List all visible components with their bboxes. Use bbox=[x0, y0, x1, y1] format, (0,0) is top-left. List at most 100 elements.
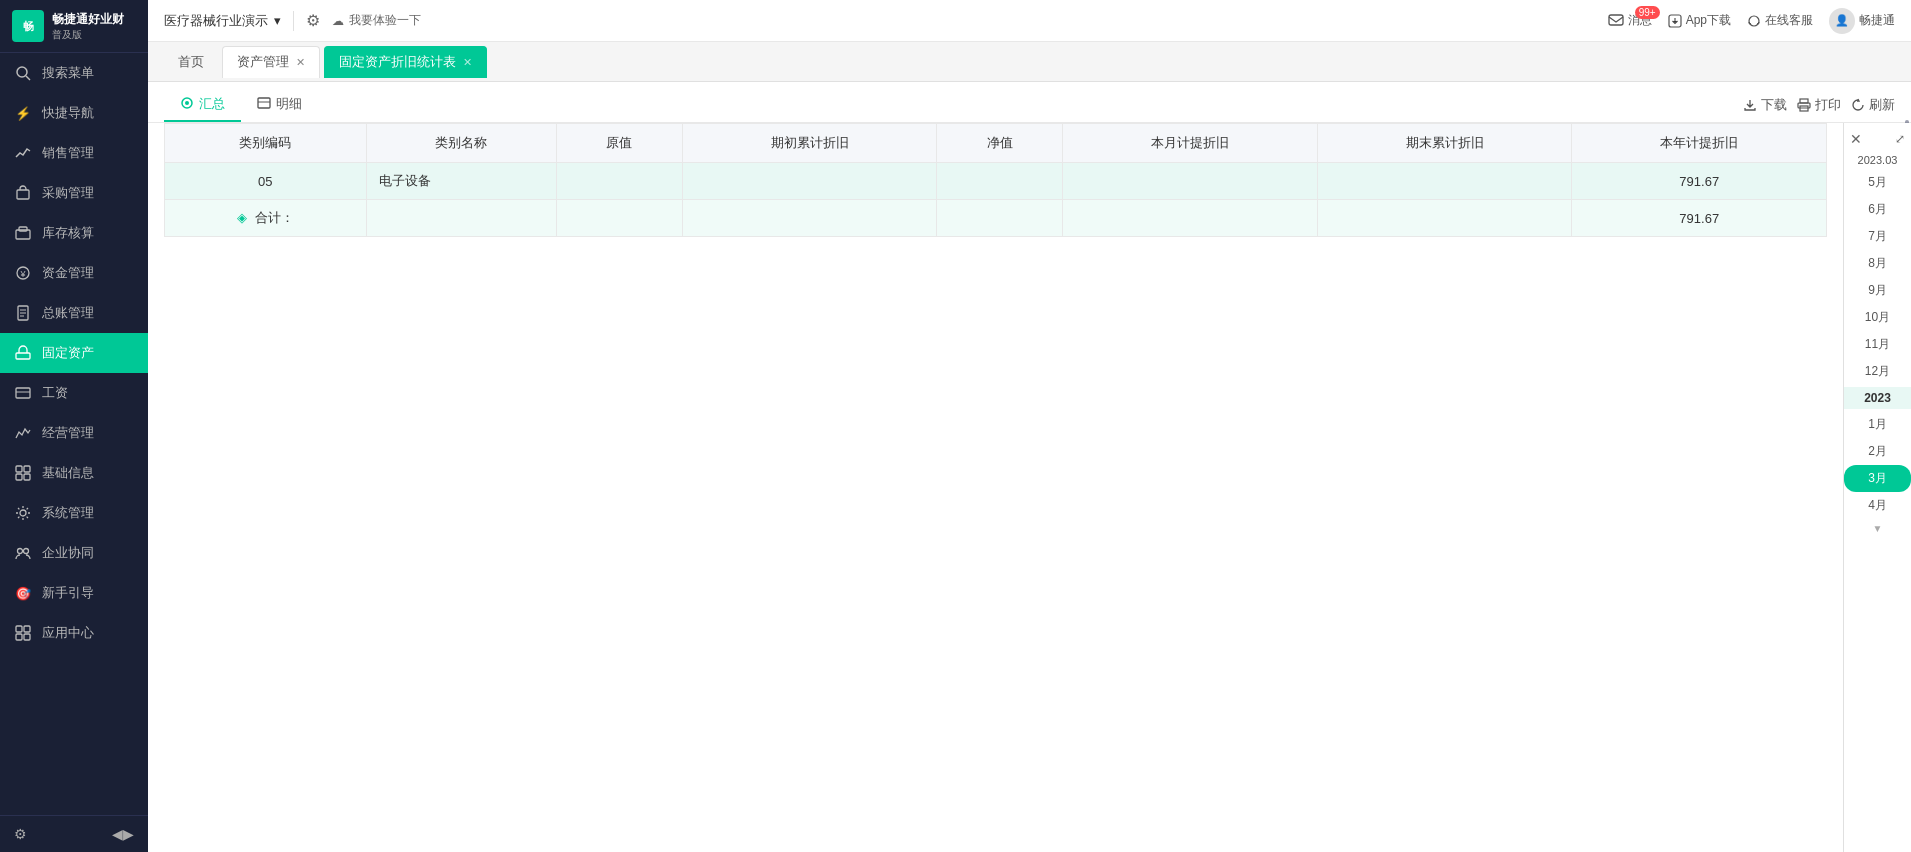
sidebar-item-salary[interactable]: 工资 bbox=[0, 373, 148, 413]
sidebar-item-basic-info[interactable]: 基础信息 bbox=[0, 453, 148, 493]
sidebar-item-system-label: 系统管理 bbox=[42, 504, 94, 522]
page-body: 汇总 明细 下载 打印 bbox=[148, 82, 1911, 852]
messages-btn[interactable]: 消息 99+ bbox=[1608, 12, 1652, 29]
sidebar-item-ledger[interactable]: 总账管理 bbox=[0, 293, 148, 333]
logo-title: 畅捷通好业财 bbox=[52, 11, 124, 28]
collab-icon bbox=[14, 544, 32, 562]
date-panel-month-11[interactable]: 11月 bbox=[1844, 331, 1911, 358]
sidebar-item-purchase-label: 采购管理 bbox=[42, 184, 94, 202]
total-label: 合计： bbox=[255, 210, 294, 225]
sidebar-item-sales[interactable]: 销售管理 bbox=[0, 133, 148, 173]
svg-point-18 bbox=[20, 510, 26, 516]
sidebar-item-nav[interactable]: ⚡ 快捷导航 bbox=[0, 93, 148, 133]
subtab-summary-label: 汇总 bbox=[199, 95, 225, 113]
customer-service-btn[interactable]: 在线客服 bbox=[1747, 12, 1813, 29]
fixed-assets-icon bbox=[14, 344, 32, 362]
sidebar-item-ledger-label: 总账管理 bbox=[42, 304, 94, 322]
svg-point-20 bbox=[24, 549, 29, 554]
col-net: 净值 bbox=[937, 124, 1063, 163]
refresh-btn[interactable]: 刷新 bbox=[1851, 96, 1895, 114]
subtab-summary[interactable]: 汇总 bbox=[164, 88, 241, 122]
date-panel-current-label: 2023.03 bbox=[1858, 151, 1898, 169]
sidebar-item-apps[interactable]: 应用中心 bbox=[0, 613, 148, 653]
sidebar-item-inventory-label: 库存核算 bbox=[42, 224, 94, 242]
sidebar-item-collab-label: 企业协同 bbox=[42, 544, 94, 562]
svg-text:¥: ¥ bbox=[19, 269, 26, 279]
sidebar-item-collab[interactable]: 企业协同 bbox=[0, 533, 148, 573]
tab-depreciation-close-icon[interactable]: ✕ bbox=[463, 56, 472, 69]
col-initial-accum: 期初累计折旧 bbox=[682, 124, 937, 163]
ops-icon bbox=[14, 424, 32, 442]
sidebar-logo: 畅 畅捷通好业财 普及版 bbox=[0, 0, 148, 53]
collapse-icon[interactable]: ◀▶ bbox=[112, 826, 134, 842]
cell-initial-accum bbox=[682, 163, 937, 200]
svg-rect-23 bbox=[16, 634, 22, 640]
purchase-icon bbox=[14, 184, 32, 202]
guide-icon: 🎯 bbox=[14, 584, 32, 602]
topbar-settings-icon[interactable]: ⚙ bbox=[306, 11, 320, 30]
tab-home[interactable]: 首页 bbox=[164, 46, 218, 78]
sidebar-item-finance-label: 资金管理 bbox=[42, 264, 94, 282]
date-panel-month-10[interactable]: 10月 bbox=[1844, 304, 1911, 331]
sidebar-item-guide[interactable]: 🎯 新手引导 bbox=[0, 573, 148, 613]
company-selector[interactable]: 医疗器械行业演示 ▾ bbox=[164, 12, 281, 30]
sidebar-item-ops-label: 经营管理 bbox=[42, 424, 94, 442]
settings-icon[interactable]: ⚙ bbox=[14, 826, 27, 842]
summary-icon bbox=[180, 96, 194, 113]
date-panel-month-3-active[interactable]: 3月 bbox=[1844, 465, 1911, 492]
date-panel-month-8[interactable]: 8月 bbox=[1844, 250, 1911, 277]
date-panel-month-6[interactable]: 6月 bbox=[1844, 196, 1911, 223]
print-label: 打印 bbox=[1815, 96, 1841, 114]
customer-service-label: 在线客服 bbox=[1765, 12, 1813, 29]
subtab-detail[interactable]: 明细 bbox=[241, 88, 318, 122]
svg-point-0 bbox=[17, 67, 27, 77]
message-icon bbox=[1608, 13, 1624, 29]
download-btn[interactable]: 下载 bbox=[1743, 96, 1787, 114]
sidebar-item-purchase[interactable]: 采购管理 bbox=[0, 173, 148, 213]
sidebar-item-fixed-assets[interactable]: 固定资产 bbox=[0, 333, 148, 373]
svg-rect-12 bbox=[16, 388, 30, 398]
subtabs: 汇总 明细 bbox=[164, 88, 318, 122]
col-annual-depr: 本年计提折旧 bbox=[1572, 124, 1827, 163]
date-panel-month-1[interactable]: 1月 bbox=[1844, 411, 1911, 438]
ledger-icon bbox=[14, 304, 32, 322]
tab-asset-management-close-icon[interactable]: ✕ bbox=[296, 56, 305, 69]
sidebar-item-inventory[interactable]: 库存核算 bbox=[0, 213, 148, 253]
svg-rect-21 bbox=[16, 626, 22, 632]
tabbar: 首页 资产管理 ✕ 固定资产折旧统计表 ✕ bbox=[148, 42, 1911, 82]
date-panel-expand-icon[interactable]: ⤢ bbox=[1895, 132, 1905, 146]
date-panel-month-9[interactable]: 9月 bbox=[1844, 277, 1911, 304]
table-row[interactable]: 05 电子设备 791.67 bbox=[165, 163, 1827, 200]
tab-asset-management[interactable]: 资产管理 ✕ bbox=[222, 46, 320, 78]
cell-monthly-depr bbox=[1063, 163, 1318, 200]
sidebar-item-search-label: 搜索菜单 bbox=[42, 64, 94, 82]
user-profile-btn[interactable]: 👤 畅捷通 bbox=[1829, 8, 1895, 34]
logo-icon: 畅 bbox=[12, 10, 44, 42]
sidebar-item-apps-label: 应用中心 bbox=[42, 624, 94, 642]
date-panel-month-12[interactable]: 12月 bbox=[1844, 358, 1911, 385]
print-btn[interactable]: 打印 bbox=[1797, 96, 1841, 114]
col-period-end-accum: 期末累计折旧 bbox=[1317, 124, 1572, 163]
apps-icon bbox=[14, 624, 32, 642]
sales-icon bbox=[14, 144, 32, 162]
sidebar-item-finance[interactable]: ¥ 资金管理 bbox=[0, 253, 148, 293]
download-icon bbox=[1743, 98, 1757, 112]
experience-btn[interactable]: ☁ 我要体验一下 bbox=[332, 12, 421, 29]
app-download-label: App下载 bbox=[1686, 12, 1731, 29]
date-panel-close-icon[interactable]: ✕ bbox=[1850, 131, 1862, 147]
tab-depreciation-report[interactable]: 固定资产折旧统计表 ✕ bbox=[324, 46, 487, 78]
date-panel-year-2023: 2023 bbox=[1844, 387, 1911, 409]
sidebar-nav: 搜索菜单 ⚡ 快捷导航 销售管理 采购管理 库存核算 ¥ bbox=[0, 53, 148, 815]
sidebar-item-search[interactable]: 搜索菜单 bbox=[0, 53, 148, 93]
sidebar-item-ops[interactable]: 经营管理 bbox=[0, 413, 148, 453]
col-name: 类别名称 bbox=[366, 124, 556, 163]
cell-code: 05 bbox=[165, 163, 367, 200]
sidebar-item-system[interactable]: 系统管理 bbox=[0, 493, 148, 533]
inventory-icon bbox=[14, 224, 32, 242]
app-download-btn[interactable]: App下载 bbox=[1668, 12, 1731, 29]
date-panel-month-5[interactable]: 5月 bbox=[1844, 169, 1911, 196]
col-code: 类别编码 bbox=[165, 124, 367, 163]
date-panel-month-2[interactable]: 2月 bbox=[1844, 438, 1911, 465]
date-panel-month-7[interactable]: 7月 bbox=[1844, 223, 1911, 250]
date-panel-month-4[interactable]: 4月 bbox=[1844, 492, 1911, 519]
